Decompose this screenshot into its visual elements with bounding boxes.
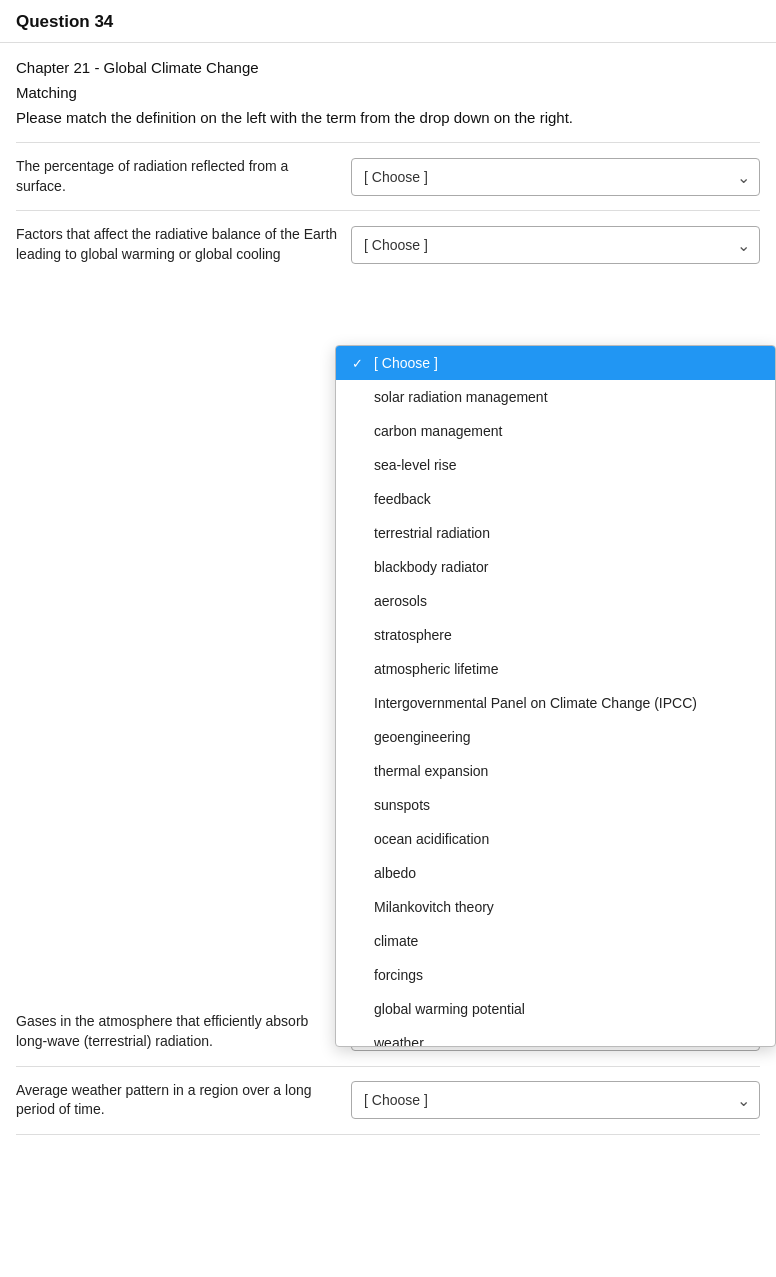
dropdown-item-sunspots[interactable]: sunspots [336, 788, 775, 822]
dropdown-label-atmospheric-lifetime: atmospheric lifetime [374, 661, 499, 677]
dropdown-item-ocean[interactable]: ocean acidification [336, 822, 775, 856]
select-wrapper-1: [ Choose ] ⌄ [351, 158, 760, 196]
select-1[interactable]: [ Choose ] [351, 158, 760, 196]
dropdown-item-milankovitch[interactable]: Milankovitch theory [336, 890, 775, 924]
definition-1: The percentage of radiation reflected fr… [16, 157, 351, 196]
dropdown-label-weather: weather [374, 1035, 424, 1046]
dropdown-label-sunspots: sunspots [374, 797, 430, 813]
matching-row-2: Factors that affect the radiative balanc… [16, 211, 760, 278]
dropdown-item-carbon-mgmt[interactable]: carbon management [336, 414, 775, 448]
dropdown-item-thermal[interactable]: thermal expansion [336, 754, 775, 788]
dropdown-item-geoengineering[interactable]: geoengineering [336, 720, 775, 754]
dropdown-item-terrestrial[interactable]: terrestrial radiation [336, 516, 775, 550]
dropdown-item-choose[interactable]: ✓ [ Choose ] [336, 346, 775, 380]
matching-row-1: The percentage of radiation reflected fr… [16, 143, 760, 211]
question-type: Matching [16, 84, 760, 101]
dropdown-item-atmospheric-lifetime[interactable]: atmospheric lifetime [336, 652, 775, 686]
dropdown-item-feedback[interactable]: feedback [336, 482, 775, 516]
dropdown-item-sea-level[interactable]: sea-level rise [336, 448, 775, 482]
chapter-title: Chapter 21 - Global Climate Change [16, 59, 760, 76]
page: Question 34 Chapter 21 - Global Climate … [0, 0, 776, 1277]
definition-10: Average weather pattern in a region over… [16, 1081, 351, 1120]
dropdown-item-ipcc[interactable]: Intergovernmental Panel on Climate Chang… [336, 686, 775, 720]
checkmark-icon: ✓ [352, 356, 368, 371]
definition-9: Gases in the atmosphere that efficiently… [16, 1012, 351, 1051]
dropdown-label-choose: [ Choose ] [374, 355, 438, 371]
definition-2: Factors that affect the radiative balanc… [16, 225, 351, 264]
dropdown-label-milankovitch: Milankovitch theory [374, 899, 494, 915]
dropdown-item-albedo[interactable]: albedo [336, 856, 775, 890]
select-2[interactable]: [ Choose ] [351, 226, 760, 264]
dropdown-label-terrestrial: terrestrial radiation [374, 525, 490, 541]
dropdown-item-aerosols[interactable]: aerosols [336, 584, 775, 618]
dropdown-item-gwp[interactable]: global warming potential [336, 992, 775, 1026]
dropdown-item-blackbody[interactable]: blackbody radiator [336, 550, 775, 584]
dropdown-label-ipcc: Intergovernmental Panel on Climate Chang… [374, 695, 697, 711]
dropdown-label-sea-level: sea-level rise [374, 457, 456, 473]
dropdown-label-stratosphere: stratosphere [374, 627, 452, 643]
dropdown-item-forcings[interactable]: forcings [336, 958, 775, 992]
dropdown-overlay: ✓ [ Choose ] solar radiation management … [335, 345, 776, 1047]
select-wrapper-10: [ Choose ] ⌄ [351, 1081, 760, 1119]
dropdown-label-carbon-mgmt: carbon management [374, 423, 502, 439]
dropdown-label-thermal: thermal expansion [374, 763, 488, 779]
dropdown-item-climate[interactable]: climate [336, 924, 775, 958]
dropdown-label-albedo: albedo [374, 865, 416, 881]
dropdown-label-gwp: global warming potential [374, 1001, 525, 1017]
instruction: Please match the definition on the left … [16, 109, 760, 126]
dropdown-label-aerosols: aerosols [374, 593, 427, 609]
dropdown-list: ✓ [ Choose ] solar radiation management … [336, 346, 775, 1046]
dropdown-label-solar: solar radiation management [374, 389, 548, 405]
dropdown-label-ocean: ocean acidification [374, 831, 489, 847]
dropdown-label-blackbody: blackbody radiator [374, 559, 488, 575]
matching-row-10: Average weather pattern in a region over… [16, 1067, 760, 1135]
question-title: Question 34 [16, 12, 113, 31]
content: Chapter 21 - Global Climate Change Match… [0, 43, 776, 1135]
dropdown-item-stratosphere[interactable]: stratosphere [336, 618, 775, 652]
select-10[interactable]: [ Choose ] [351, 1081, 760, 1119]
dropdown-item-weather[interactable]: weather [336, 1026, 775, 1046]
select-wrapper-2: [ Choose ] ⌄ [351, 226, 760, 264]
header: Question 34 [0, 0, 776, 43]
dropdown-item-solar[interactable]: solar radiation management [336, 380, 775, 414]
dropdown-label-climate: climate [374, 933, 418, 949]
dropdown-label-feedback: feedback [374, 491, 431, 507]
dropdown-label-forcings: forcings [374, 967, 423, 983]
dropdown-label-geoengineering: geoengineering [374, 729, 471, 745]
